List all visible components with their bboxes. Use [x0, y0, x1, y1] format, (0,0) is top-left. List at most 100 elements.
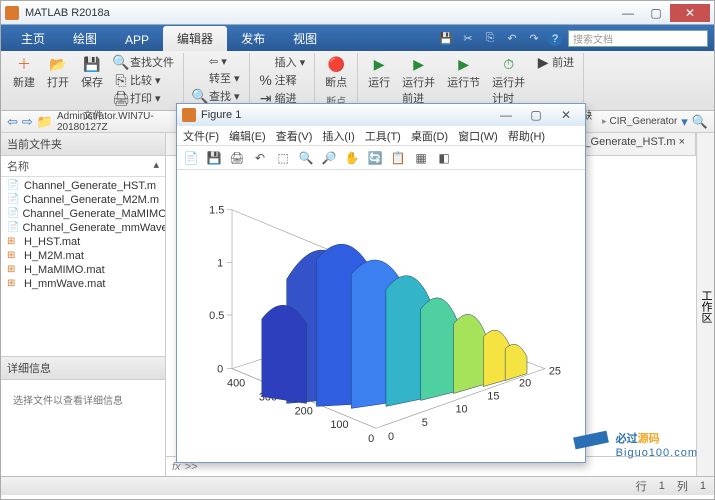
- ribbon-运行并 前进[interactable]: ▶运行并前进: [398, 53, 439, 108]
- ribbon-断点[interactable]: 🔴断点: [321, 53, 351, 93]
- fig-menu-item[interactable]: 编辑(E): [229, 128, 266, 144]
- graduation-cap-icon: [574, 428, 610, 458]
- ribbon-运行[interactable]: ▶运行: [364, 53, 394, 108]
- watermark: 必过源码 Biguo100.com: [574, 426, 698, 459]
- dropdown-icon[interactable]: ▾: [681, 114, 688, 130]
- ribbon-新建[interactable]: ＋新建: [9, 53, 39, 107]
- redo-icon[interactable]: ↷: [526, 31, 542, 47]
- back-icon[interactable]: ⇦: [7, 114, 18, 130]
- fig-tool-icon[interactable]: 🔄: [365, 148, 385, 168]
- search-path-icon[interactable]: 🔍: [692, 114, 708, 130]
- ribbon-注释[interactable]: %注释: [256, 71, 309, 89]
- svg-text:200: 200: [295, 405, 313, 417]
- ribbon-前进[interactable]: ▶前进: [533, 53, 577, 71]
- fig-tool-icon[interactable]: ↶: [250, 148, 270, 168]
- save-icon[interactable]: 💾: [438, 31, 454, 47]
- fig-menu-item[interactable]: 文件(F): [183, 128, 219, 144]
- file-name: H_HST.mat: [24, 236, 80, 248]
- detail-panel-title: 详细信息: [1, 357, 165, 380]
- undo-icon[interactable]: ↶: [504, 31, 520, 47]
- file-name: H_M2M.mat: [24, 250, 84, 262]
- file-icon: ⊞: [7, 264, 21, 276]
- cut-icon[interactable]: ✂: [460, 31, 476, 47]
- fig-menu-item[interactable]: 工具(T): [365, 128, 401, 144]
- ribbon-比较 ▾[interactable]: ⎘比较 ▾: [111, 71, 177, 89]
- ribbon-运行节[interactable]: ▶运行节: [443, 53, 484, 108]
- fig-tool-icon[interactable]: ✋: [342, 148, 362, 168]
- file-name: Channel_Generate_M2M.m: [23, 194, 159, 206]
- figure-window[interactable]: Figure 1 — ▢ ✕ 文件(F) 编辑(E) 查看(V) 插入(I) 工具(T)…: [176, 103, 586, 463]
- forward-icon[interactable]: ⇨: [22, 114, 33, 130]
- ribbon-打开[interactable]: 📂打开: [43, 53, 73, 107]
- figure-icon: [182, 108, 196, 122]
- close-button[interactable]: ✕: [670, 4, 710, 22]
- tab-4[interactable]: 发布: [227, 26, 279, 51]
- ribbon-插入 ▾[interactable]: 插入 ▾: [256, 53, 309, 71]
- ztick: 1: [217, 257, 223, 269]
- fig-maximize-button[interactable]: ▢: [522, 106, 550, 124]
- tab-3[interactable]: 编辑器: [163, 26, 227, 51]
- ribbon-保存[interactable]: 💾保存: [77, 53, 107, 107]
- figure-axes[interactable]: 1.5 1 0.5 0 400 300 200 100 0 0 5 10 15 …: [177, 170, 585, 462]
- file-row[interactable]: ⊞H_mmWave.mat: [3, 277, 163, 291]
- fig-tool-icon[interactable]: 🖨: [227, 148, 247, 168]
- file-row[interactable]: ⊞H_MaMIMO.mat: [3, 263, 163, 277]
- copy-icon[interactable]: ⎘: [482, 31, 498, 47]
- tab-1[interactable]: 绘图: [59, 26, 111, 51]
- minimize-button[interactable]: —: [614, 4, 642, 22]
- file-icon: 📄: [7, 208, 19, 220]
- svg-text:0: 0: [388, 431, 394, 443]
- file-row[interactable]: 📄Channel_Generate_HST.m: [3, 179, 163, 193]
- svg-text:15: 15: [487, 390, 499, 402]
- file-row[interactable]: ⊞H_M2M.mat: [3, 249, 163, 263]
- fig-tool-icon[interactable]: 📋: [388, 148, 408, 168]
- file-icon: ⊞: [7, 250, 21, 262]
- fig-close-button[interactable]: ✕: [552, 106, 580, 124]
- ribbon-⇦ ▾[interactable]: ⇦ ▾: [190, 53, 243, 69]
- fig-menu-item[interactable]: 帮助(H): [508, 128, 545, 144]
- ribbon-查找文件[interactable]: 🔍查找文件: [111, 53, 177, 71]
- figure-title: Figure 1: [201, 109, 241, 121]
- ztick: 0.5: [209, 310, 224, 322]
- file-row[interactable]: 📄Channel_Generate_MaMIMO: [3, 207, 163, 221]
- help-icon[interactable]: ?: [548, 32, 562, 46]
- tab-5[interactable]: 视图: [279, 26, 331, 51]
- fig-tool-icon[interactable]: 💾: [204, 148, 224, 168]
- fig-tool-icon[interactable]: ⬚: [273, 148, 293, 168]
- file-row[interactable]: 📄Channel_Generate_M2M.m: [3, 193, 163, 207]
- app-icon: [5, 6, 19, 20]
- file-name: Channel_Generate_MaMIMO: [22, 208, 165, 220]
- workspace-panel[interactable]: 工作区: [696, 133, 714, 476]
- window-title: MATLAB R2018a: [25, 7, 614, 19]
- svg-text:5: 5: [422, 417, 428, 429]
- fig-tool-icon[interactable]: 🔎: [319, 148, 339, 168]
- svg-text:0: 0: [368, 433, 374, 445]
- fig-menu-item[interactable]: 窗口(W): [458, 128, 498, 144]
- fig-minimize-button[interactable]: —: [492, 106, 520, 124]
- fig-tool-icon[interactable]: 🔍: [296, 148, 316, 168]
- fig-menu-item[interactable]: 桌面(D): [411, 128, 448, 144]
- ribbon-运行并 计时[interactable]: ⏱运行并计时: [488, 53, 529, 108]
- detail-content: 选择文件以查看详细信息: [1, 380, 165, 419]
- file-panel-title: 当前文件夹: [1, 133, 165, 156]
- fig-tool-icon[interactable]: 📄: [181, 148, 201, 168]
- search-input[interactable]: 搜索文档: [568, 30, 708, 47]
- file-icon: ⊞: [7, 278, 21, 290]
- fig-menu-item[interactable]: 插入(I): [322, 128, 354, 144]
- fig-menu-item[interactable]: 查看(V): [276, 128, 313, 144]
- tab-0[interactable]: 主页: [7, 26, 59, 51]
- breadcrumb[interactable]: CIR_Generator: [609, 116, 677, 127]
- ribbon-打印 ▾[interactable]: 🖨打印 ▾: [111, 89, 177, 107]
- file-row[interactable]: 📄Channel_Generate_mmWave.: [3, 221, 163, 235]
- fig-tool-icon[interactable]: ◧: [434, 148, 454, 168]
- file-col-header[interactable]: 名称: [7, 158, 29, 174]
- file-name: H_MaMIMO.mat: [24, 264, 105, 276]
- fig-tool-icon[interactable]: ▦: [411, 148, 431, 168]
- ribbon-转至 ▾[interactable]: 转至 ▾: [190, 69, 243, 87]
- ztick: 0: [217, 364, 223, 376]
- file-row[interactable]: ⊞H_HST.mat: [3, 235, 163, 249]
- tab-2[interactable]: APP: [111, 29, 163, 51]
- ztick: 1.5: [209, 205, 224, 217]
- maximize-button[interactable]: ▢: [642, 4, 670, 22]
- up-icon[interactable]: 📁: [37, 114, 53, 130]
